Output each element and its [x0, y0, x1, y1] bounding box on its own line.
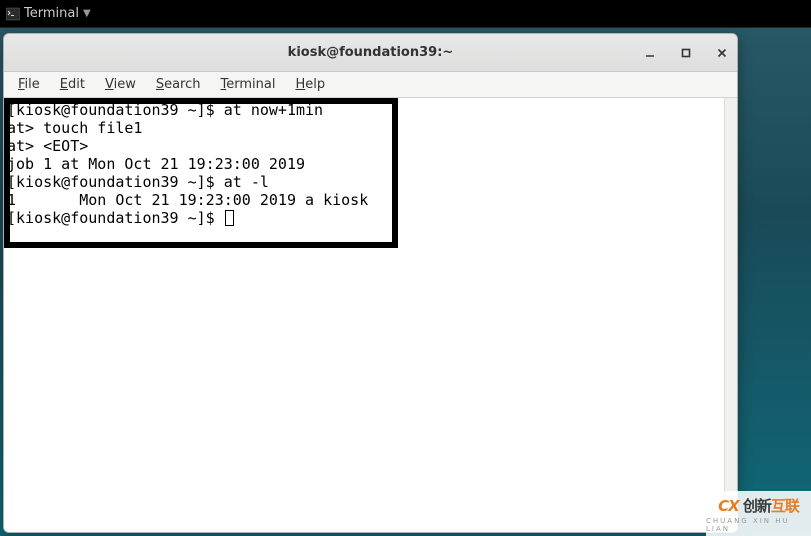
terminal-line: [kiosk@foundation39 ~]$ at -l	[7, 173, 269, 191]
menu-edit[interactable]: Edit	[50, 74, 95, 95]
terminal-icon	[6, 7, 20, 21]
panel-app-label[interactable]: Terminal	[24, 6, 79, 21]
menubar: File Edit View Search Terminal Help	[4, 72, 737, 98]
watermark: CX 创新互联 CHUANG XIN HU LIAN	[706, 491, 811, 536]
menu-search[interactable]: Search	[146, 74, 211, 95]
menu-help[interactable]: Help	[285, 74, 335, 95]
terminal-line: [kiosk@foundation39 ~]$ at now+1min	[7, 101, 323, 119]
terminal-body[interactable]: [kiosk@foundation39 ~]$ at now+1min at> …	[4, 98, 737, 532]
menu-view[interactable]: View	[95, 74, 146, 95]
terminal-line: job 1 at Mon Oct 21 19:23:00 2019	[7, 155, 305, 173]
terminal-output: [kiosk@foundation39 ~]$ at now+1min at> …	[4, 98, 737, 230]
terminal-line: at> <EOT>	[7, 137, 88, 155]
panel-menu-caret-icon[interactable]: ▼	[83, 8, 91, 19]
watermark-logo: CX 创新互联	[718, 495, 799, 516]
terminal-line: 1 Mon Oct 21 19:23:00 2019 a kiosk	[7, 191, 368, 209]
scrollbar-vertical[interactable]	[724, 98, 737, 532]
terminal-line: [kiosk@foundation39 ~]$	[7, 209, 224, 227]
watermark-subtext: CHUANG XIN HU LIAN	[706, 517, 811, 533]
window-title: kiosk@foundation39:~	[288, 45, 454, 60]
terminal-window: kiosk@foundation39:~ File Edit View Sear…	[3, 33, 738, 533]
terminal-line: at> touch file1	[7, 119, 142, 137]
menu-terminal[interactable]: Terminal	[211, 74, 286, 95]
desktop-top-panel: Terminal ▼	[0, 0, 811, 28]
terminal-cursor	[225, 210, 234, 226]
window-controls	[643, 34, 729, 71]
maximize-button[interactable]	[679, 46, 693, 60]
menu-file[interactable]: File	[8, 74, 50, 95]
window-titlebar[interactable]: kiosk@foundation39:~	[4, 34, 737, 72]
minimize-button[interactable]	[643, 46, 657, 60]
close-button[interactable]	[715, 46, 729, 60]
